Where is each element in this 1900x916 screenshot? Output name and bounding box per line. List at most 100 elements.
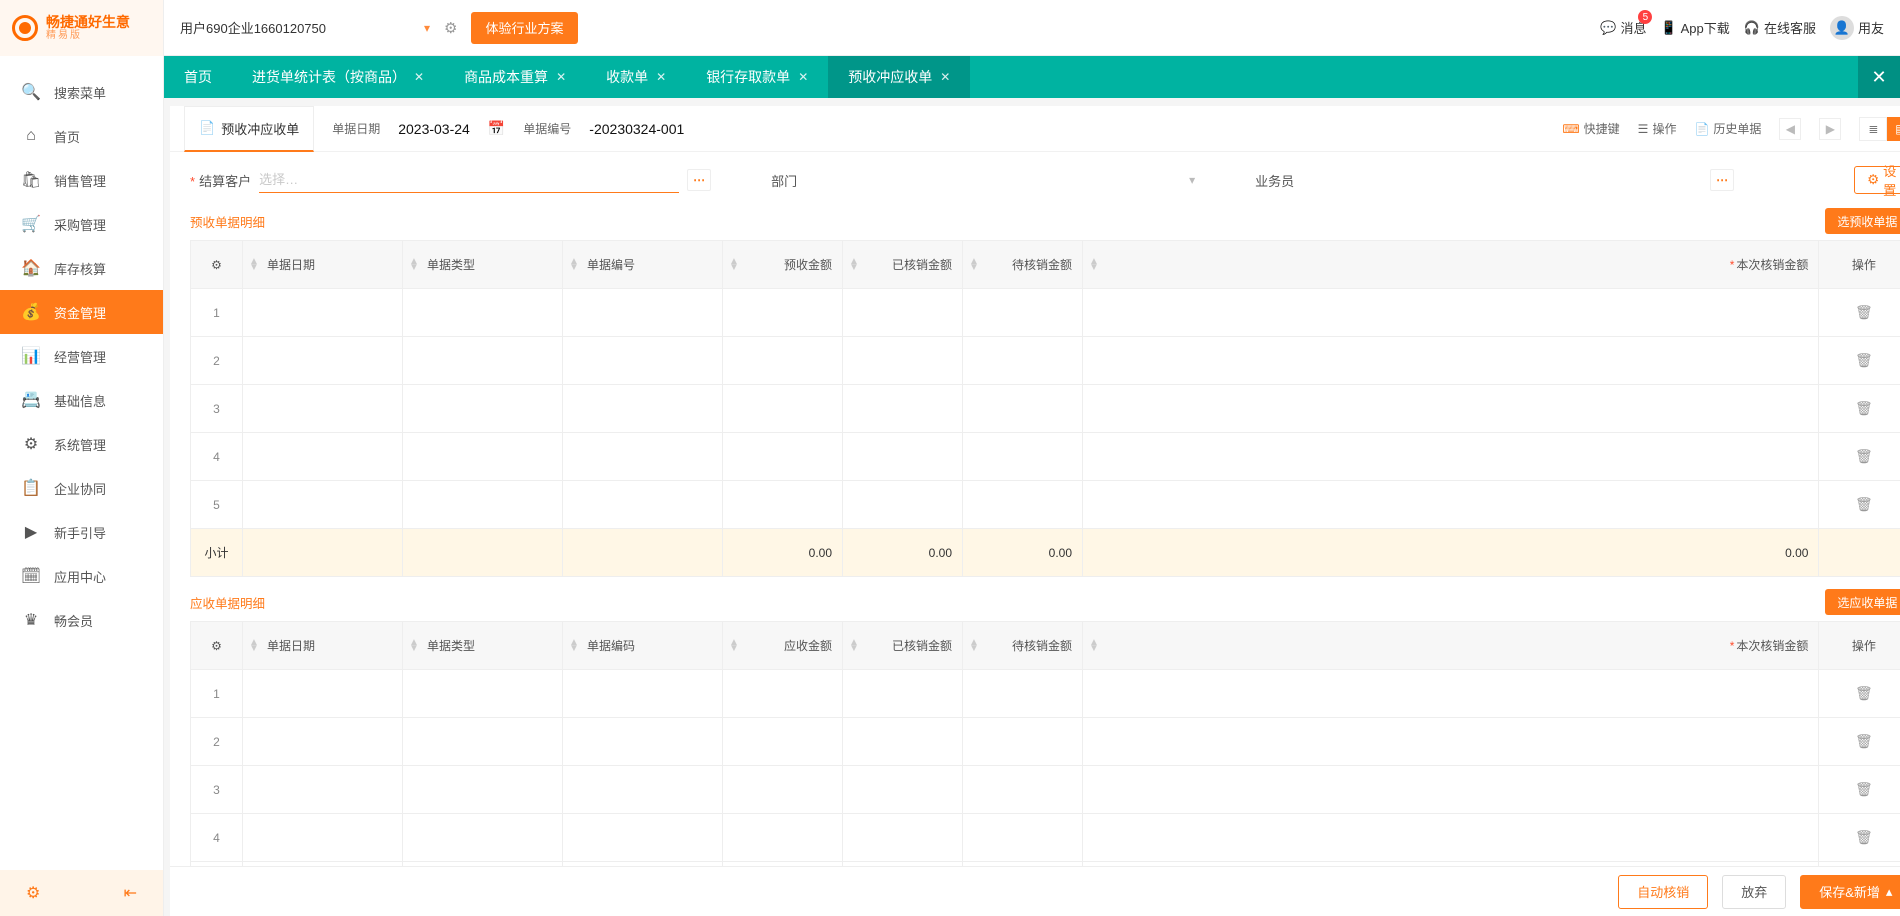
nav-icon: 💰 (22, 303, 40, 321)
delete-row-icon[interactable]: 🗑 (1855, 304, 1873, 320)
sidebar-item-2[interactable]: 🛍销售管理 (0, 158, 163, 202)
delete-row-icon[interactable]: 🗑 (1855, 448, 1873, 464)
page-tab-0[interactable]: 首页 (164, 56, 232, 98)
tab-label: 预收冲应收单 (848, 67, 932, 87)
sidebar-item-5[interactable]: 💰资金管理 (0, 290, 163, 334)
sidebar-item-9[interactable]: 📋企业协同 (0, 466, 163, 510)
page-tabs: 首页进货单统计表（按商品）✕商品成本重算✕收款单✕银行存取款单✕预收冲应收单✕ … (164, 56, 1900, 98)
col-thiswrite: ▲▼本次核销金额 (1083, 622, 1819, 670)
nav-icon: ▶ (22, 523, 40, 541)
settings-button[interactable]: ⚙ 设置 (1854, 166, 1900, 194)
tab-label: 进货单统计表（按商品） (252, 67, 406, 87)
delete-row-icon[interactable]: 🗑 (1855, 400, 1873, 416)
salesman-label: 业务员 (1255, 171, 1294, 190)
sidebar-item-10[interactable]: ▶新手引导 (0, 510, 163, 554)
table-row[interactable]: 3🗑 (191, 766, 1900, 814)
page-tab-4[interactable]: 银行存取款单✕ (686, 56, 828, 98)
nav-label: 采购管理 (54, 215, 106, 234)
table-row[interactable]: 3🗑 (191, 385, 1900, 433)
page-tab-3[interactable]: 收款单✕ (586, 56, 686, 98)
salesman-input[interactable] (1302, 167, 1702, 193)
page-tab-5[interactable]: 预收冲应收单 ✕ (828, 56, 970, 98)
chevron-down-icon[interactable]: ▾ (424, 21, 430, 35)
table-row[interactable]: 2🗑 (191, 718, 1900, 766)
sidebar-item-6[interactable]: 📊经营管理 (0, 334, 163, 378)
doc-date-value[interactable]: 2023-03-24 (398, 121, 470, 137)
sidebar-item-7[interactable]: 📇基础信息 (0, 378, 163, 422)
sidebar-item-0[interactable]: 🔍搜索菜单 (0, 70, 163, 114)
company-settings-icon[interactable]: ⚙ (444, 19, 457, 37)
nav-icon: 🛍 (22, 171, 40, 189)
save-and-new-button[interactable]: 保存&新增 ▴ (1800, 875, 1900, 909)
page-tab-2[interactable]: 商品成本重算✕ (444, 56, 586, 98)
col-settings[interactable]: ⚙ (191, 241, 243, 289)
dept-input[interactable] (805, 167, 1205, 193)
prev-doc-button[interactable]: ◀ (1779, 118, 1801, 140)
table-row[interactable]: 4🗑 (191, 814, 1900, 862)
ops-link[interactable]: ☰操作 (1638, 120, 1677, 137)
sidebar-item-1[interactable]: ⌂首页 (0, 114, 163, 158)
close-icon[interactable]: ✕ (940, 70, 950, 84)
close-icon[interactable]: ✕ (414, 70, 424, 84)
delete-row-icon[interactable]: 🗑 (1855, 781, 1873, 797)
app-download-label: App下载 (1681, 18, 1730, 37)
messages-badge: 5 (1638, 10, 1652, 24)
document-tab[interactable]: 📄 预收冲应收单 (184, 106, 314, 152)
close-all-tabs-button[interactable]: ✕ (1858, 56, 1900, 98)
sidebar-nav: 🔍搜索菜单⌂首页🛍销售管理 🛒 采购管理 🏠库存核算💰资金管理📊经营管理📇基础信息⚙系… (0, 56, 163, 870)
shortcut-link[interactable]: ⌨快捷键 (1562, 120, 1619, 137)
collapse-icon[interactable]: ⇤ (124, 883, 137, 903)
headset-icon: 🎧 (1744, 20, 1760, 36)
user-menu[interactable]: 👤 用友 (1830, 16, 1884, 40)
support-link[interactable]: 🎧 在线客服 (1744, 18, 1816, 37)
close-icon[interactable]: ✕ (798, 70, 808, 84)
settings-icon[interactable]: ⚙ (26, 883, 40, 903)
salesman-picker-button[interactable]: ⋯ (1710, 169, 1734, 191)
delete-row-icon[interactable]: 🗑 (1855, 352, 1873, 368)
discard-button[interactable]: 放弃 (1722, 875, 1786, 909)
sidebar-item-4[interactable]: 🏠库存核算 (0, 246, 163, 290)
trial-solution-button[interactable]: 体验行业方案 (471, 12, 577, 44)
page-tab-1[interactable]: 进货单统计表（按商品） ✕ (232, 56, 444, 98)
close-icon[interactable]: ✕ (656, 70, 666, 84)
auto-writeoff-button[interactable]: 自动核销 (1618, 875, 1708, 909)
view-list-button[interactable]: ≣ (1859, 117, 1887, 141)
customer-picker-button[interactable]: ⋯ (687, 169, 711, 191)
delete-row-icon[interactable]: 🗑 (1855, 733, 1873, 749)
view-detail-button[interactable]: ▤ (1887, 117, 1900, 141)
nav-icon: ⌂ (22, 127, 40, 145)
pick-pre-docs-button[interactable]: 选预收单据 (1825, 208, 1900, 234)
messages-link[interactable]: 💬 消息 5 (1600, 18, 1646, 37)
table-row[interactable]: 1🗑 (191, 670, 1900, 718)
sidebar-item-12[interactable]: ♛畅会员 (0, 598, 163, 642)
dept-field: 部门 ▾ (771, 167, 1195, 193)
col-settings[interactable]: ⚙ (191, 622, 243, 670)
company-select[interactable] (180, 13, 410, 43)
keyboard-icon: ⌨ (1562, 122, 1579, 136)
customer-input[interactable] (259, 167, 679, 193)
table-row[interactable]: 2🗑 (191, 337, 1900, 385)
avatar-icon: 👤 (1830, 16, 1854, 40)
nav-label: 企业协同 (54, 479, 106, 498)
sidebar-item-11[interactable]: 🗓应用中心 (0, 554, 163, 598)
col-op: 操作 (1819, 622, 1900, 670)
table-row[interactable]: 5🗑 (191, 481, 1900, 529)
history-link[interactable]: 📄历史单据 (1694, 120, 1761, 137)
close-icon[interactable]: ✕ (556, 70, 566, 84)
delete-row-icon[interactable]: 🗑 (1855, 829, 1873, 845)
sidebar-item-3[interactable]: 🛒 采购管理 (0, 202, 163, 246)
brand-subtitle: 精易版 (46, 30, 130, 41)
table-row[interactable]: 4🗑 (191, 433, 1900, 481)
sidebar-item-8[interactable]: ⚙系统管理 (0, 422, 163, 466)
chevron-down-icon[interactable]: ▾ (1189, 173, 1195, 187)
nav-icon: 🛒 (22, 215, 40, 233)
pick-recv-docs-button[interactable]: 选应收单据 (1825, 589, 1900, 615)
col-date: ▲▼单据日期 (243, 622, 403, 670)
next-doc-button[interactable]: ▶ (1819, 118, 1841, 140)
delete-row-icon[interactable]: 🗑 (1855, 496, 1873, 512)
delete-row-icon[interactable]: 🗑 (1855, 685, 1873, 701)
app-download-link[interactable]: 📱 App下载 (1660, 18, 1729, 37)
calendar-icon[interactable]: 📅 (488, 120, 505, 137)
user-label: 用友 (1858, 18, 1884, 37)
table-row[interactable]: 1🗑 (191, 289, 1900, 337)
